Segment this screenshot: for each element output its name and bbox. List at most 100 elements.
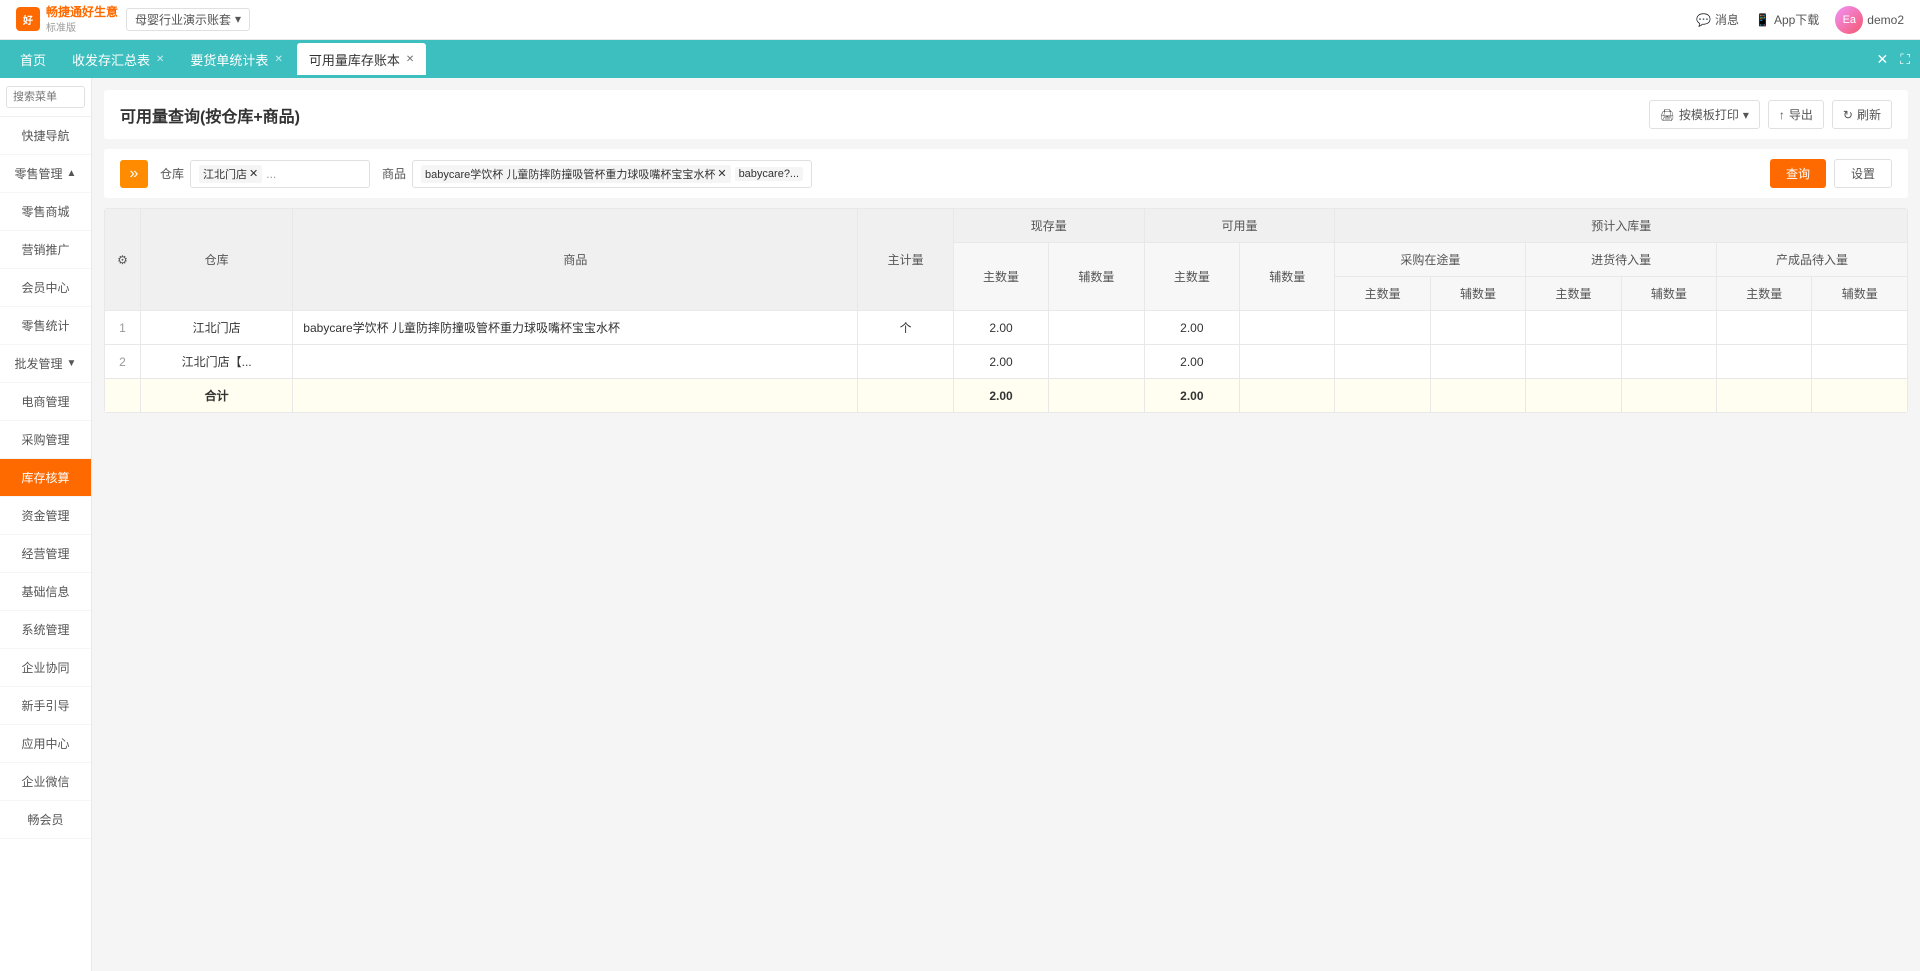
sidebar-item-vip-member[interactable]: 畅会员 xyxy=(0,801,91,839)
search-input[interactable] xyxy=(6,86,85,108)
toggle-icon: » xyxy=(130,165,139,183)
row-product: babycare学饮杯 儿童防摔防撞吸管杯重力球吸嘴杯宝宝水杯 xyxy=(293,311,858,345)
row-warehouse: 江北门店【... xyxy=(141,345,293,379)
chevron-up-icon: ▲ xyxy=(67,168,77,179)
sidebar-retail-mall-label: 零售商城 xyxy=(21,205,69,219)
maximize-icon[interactable]: ⛶ xyxy=(1898,49,1912,70)
sidebar-item-basic-info[interactable]: 基础信息 xyxy=(0,573,91,611)
footer-stock-main: 2.00 xyxy=(953,379,1048,413)
tab-order[interactable]: 要货单统计表 ✕ xyxy=(178,43,294,75)
sidebar-item-app-center[interactable]: 应用中心 xyxy=(0,725,91,763)
footer-stock-sub xyxy=(1049,379,1144,413)
message-button[interactable]: 💬 消息 xyxy=(1696,11,1739,28)
row-available-sub xyxy=(1240,345,1335,379)
warehouse-ellipsis: ... xyxy=(266,167,276,181)
sidebar-item-inventory-check[interactable]: 库存核算 xyxy=(0,459,91,497)
sidebar-inventory-check-label: 库存核算 xyxy=(21,471,69,485)
sidebar-item-nav[interactable]: 快捷导航 xyxy=(0,117,91,155)
footer-empty3 xyxy=(858,379,953,413)
product-tag-close[interactable]: ✕ xyxy=(717,167,726,180)
print-template-button[interactable]: 🖨 按模板打印 ▾ xyxy=(1649,100,1760,129)
sidebar-item-enterprise-collab[interactable]: 企业协同 xyxy=(0,649,91,687)
row-stock-sub xyxy=(1049,345,1144,379)
sidebar-purchase-label: 采购管理 xyxy=(21,433,69,447)
row-index: 1 xyxy=(105,311,141,345)
product-tag: babycare学饮杯 儿童防摔防撞吸管杯重力球吸嘴杯宝宝水杯 ✕ xyxy=(421,165,731,183)
filter-product-field: 商品 babycare学饮杯 儿童防摔防撞吸管杯重力球吸嘴杯宝宝水杯 ✕ bab… xyxy=(382,160,812,188)
th-settings[interactable]: ⚙ xyxy=(105,209,141,311)
row-stock-main: 2.00 xyxy=(953,345,1048,379)
sidebar-basic-info-label: 基础信息 xyxy=(21,585,69,599)
warehouse-filter-input[interactable]: 江北门店 ✕ ... xyxy=(190,160,370,188)
nav-tabs: 首页 收发存汇总表 ✕ 要货单统计表 ✕ 可用量库存账本 ✕ ✕ ⛶ xyxy=(0,40,1920,78)
logo-text-area: 畅捷通好生意 标准版 xyxy=(46,5,118,34)
table-footer-row: 合计 2.00 2.00 xyxy=(105,379,1908,413)
main-layout: 快捷导航 零售管理 ▲ 零售商城 营销推广 会员中心 零售统计 批发管理 ▼ 电… xyxy=(0,78,1920,971)
export-button[interactable]: ↑ 导出 xyxy=(1768,100,1824,129)
sidebar-item-system-mgmt[interactable]: 系统管理 xyxy=(0,611,91,649)
chevron-down-icon: ▾ xyxy=(235,12,241,26)
filter-toggle-button[interactable]: » xyxy=(120,160,148,188)
product-filter-label: 商品 xyxy=(382,165,406,182)
th-available: 可用量 xyxy=(1144,209,1335,243)
row-pp-main xyxy=(1526,345,1621,379)
sidebar-item-retail-mgmt[interactable]: 零售管理 ▲ xyxy=(0,155,91,193)
tab-inventory-close[interactable]: ✕ xyxy=(406,54,414,65)
sidebar-item-retail-mall[interactable]: 零售商城 xyxy=(0,193,91,231)
page-actions: 🖨 按模板打印 ▾ ↑ 导出 ↻ 刷新 xyxy=(1649,100,1892,129)
sidebar-retail-mgmt-label: 零售管理 xyxy=(15,165,63,182)
sidebar-nav-label: 快捷导航 xyxy=(21,129,69,143)
sidebar-system-mgmt-label: 系统管理 xyxy=(21,623,69,637)
row-unit: 个 xyxy=(858,311,953,345)
sidebar-item-ecommerce[interactable]: 电商管理 xyxy=(0,383,91,421)
sidebar-item-wholesale-mgmt[interactable]: 批发管理 ▼ xyxy=(0,345,91,383)
tab-order-close[interactable]: ✕ xyxy=(274,54,282,65)
user-profile[interactable]: Ea demo2 xyxy=(1835,6,1904,34)
sidebar-item-finance[interactable]: 资金管理 xyxy=(0,497,91,535)
refresh-button[interactable]: ↻ 刷新 xyxy=(1832,100,1892,129)
table-row: 1江北门店babycare学饮杯 儿童防摔防撞吸管杯重力球吸嘴杯宝宝水杯个2.0… xyxy=(105,311,1908,345)
query-button[interactable]: 查询 xyxy=(1770,159,1826,188)
sidebar-item-member[interactable]: 会员中心 xyxy=(0,269,91,307)
export-icon: ↑ xyxy=(1779,108,1785,122)
sidebar-ecommerce-label: 电商管理 xyxy=(21,395,69,409)
footer-available-main: 2.00 xyxy=(1144,379,1239,413)
industry-selector[interactable]: 母婴行业演示账套 ▾ xyxy=(126,8,250,31)
print-chevron-icon: ▾ xyxy=(1743,108,1749,122)
sidebar-enterprise-wechat-label: 企业微信 xyxy=(21,775,69,789)
tab-inventory[interactable]: 可用量库存账本 ✕ xyxy=(297,43,426,75)
sidebar-item-purchase[interactable]: 采购管理 xyxy=(0,421,91,459)
footer-label: 合计 xyxy=(141,379,293,413)
warehouse-tag: 江北门店 ✕ xyxy=(199,165,262,183)
row-product xyxy=(293,345,858,379)
nav-right-icons: ✕ ⛶ xyxy=(1874,49,1912,70)
app-download-button[interactable]: 📱 App下载 xyxy=(1755,11,1819,28)
th-purchase-transit: 采购在途量 xyxy=(1335,243,1526,277)
top-bar-right: 💬 消息 📱 App下载 Ea demo2 xyxy=(1696,6,1904,34)
warehouse-tag-close[interactable]: ✕ xyxy=(249,167,258,180)
close-window-icon[interactable]: ✕ xyxy=(1874,49,1890,70)
row-index: 2 xyxy=(105,345,141,379)
sidebar-item-enterprise-wechat[interactable]: 企业微信 xyxy=(0,763,91,801)
footer-pro-main xyxy=(1717,379,1812,413)
tab-home[interactable]: 首页 xyxy=(8,43,58,75)
sidebar-item-marketing[interactable]: 营销推广 xyxy=(0,231,91,269)
sidebar-item-operations[interactable]: 经营管理 xyxy=(0,535,91,573)
filter-warehouse-field: 仓库 江北门店 ✕ ... xyxy=(160,160,370,188)
row-unit xyxy=(858,345,953,379)
setting-button[interactable]: 设置 xyxy=(1834,159,1892,188)
product-tag-value: babycare学饮杯 儿童防摔防撞吸管杯重力球吸嘴杯宝宝水杯 xyxy=(425,166,715,182)
sidebar-item-new-guide[interactable]: 新手引导 xyxy=(0,687,91,725)
row-available-main: 2.00 xyxy=(1144,311,1239,345)
page-header: 可用量查询(按仓库+商品) 🖨 按模板打印 ▾ ↑ 导出 ↻ 刷新 xyxy=(104,90,1908,139)
content-area: 可用量查询(按仓库+商品) 🖨 按模板打印 ▾ ↑ 导出 ↻ 刷新 xyxy=(92,78,1920,971)
sidebar-item-retail-stats[interactable]: 零售统计 xyxy=(0,307,91,345)
row-pro-sub xyxy=(1812,311,1908,345)
tab-collection-close[interactable]: ✕ xyxy=(156,54,164,65)
product-tag2-value: babycare?... xyxy=(739,168,800,180)
tab-collection[interactable]: 收发存汇总表 ✕ xyxy=(60,43,176,75)
filter-actions: 查询 设置 xyxy=(1770,159,1892,188)
warehouse-filter-label: 仓库 xyxy=(160,165,184,182)
th-pp-sub: 辅数量 xyxy=(1621,277,1716,311)
product-filter-input[interactable]: babycare学饮杯 儿童防摔防撞吸管杯重力球吸嘴杯宝宝水杯 ✕ babyca… xyxy=(412,160,812,188)
